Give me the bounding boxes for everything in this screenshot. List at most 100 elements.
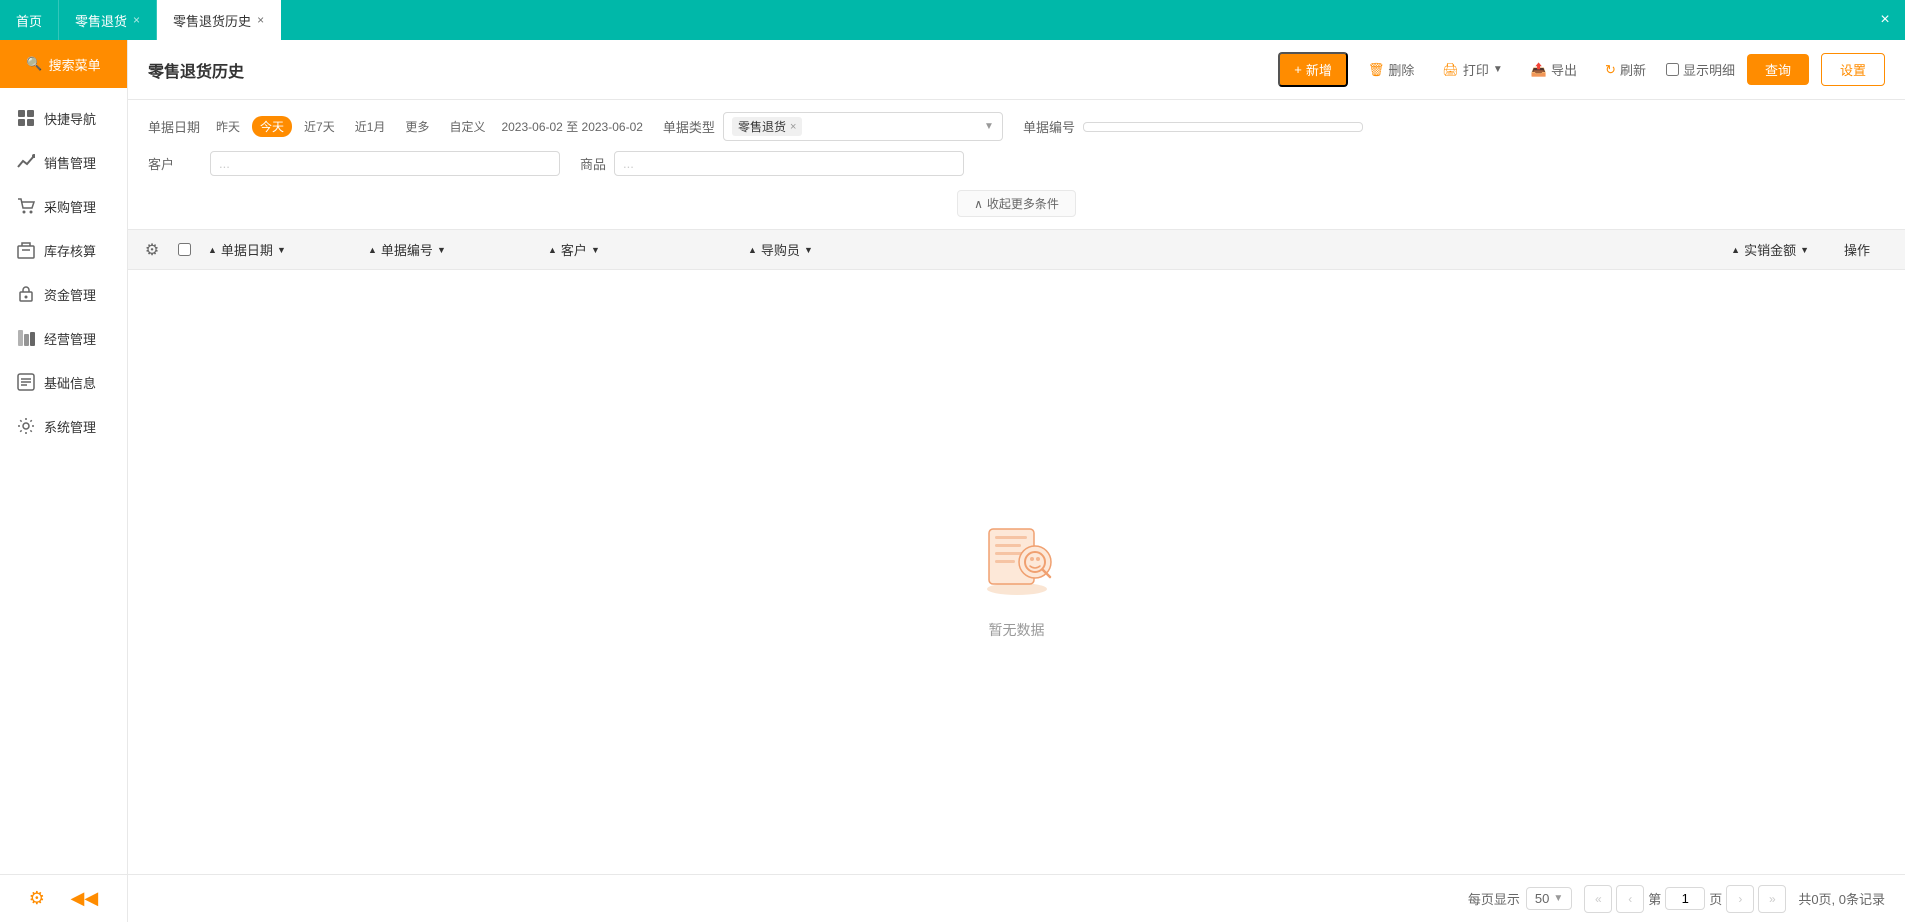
customer-filter: 客户 ...: [148, 151, 560, 176]
window-close-button[interactable]: ×: [1865, 0, 1905, 40]
collapse-filter-button[interactable]: ∧ 收起更多条件: [957, 190, 1076, 217]
filter-area: 单据日期 昨天 今天 近7天 近1月 更多 自定义 2023-06-02 至 2…: [128, 100, 1905, 230]
export-label: 导出: [1551, 60, 1577, 79]
product-filter-label: 商品: [580, 154, 606, 173]
sort-up-id[interactable]: ▲: [368, 245, 377, 255]
page-title: 零售退货历史: [148, 58, 244, 82]
type-tag-close[interactable]: ×: [790, 121, 796, 133]
sidebar-nav: 快捷导航 销售管理 采购管理 库存核算: [0, 88, 127, 874]
tab-retail-return-history-label: 零售退货历史: [173, 11, 251, 30]
sort-down-customer[interactable]: ▼: [591, 245, 600, 255]
sidebar-item-purchase[interactable]: 采购管理: [0, 184, 127, 228]
add-button[interactable]: + 新增: [1278, 52, 1348, 87]
export-button[interactable]: 📤 导出: [1523, 56, 1585, 83]
settings-bottom-icon[interactable]: ⚙: [29, 888, 45, 909]
sidebar-item-finance-label: 资金管理: [44, 285, 96, 304]
filter-settings-button[interactable]: 设置: [1821, 53, 1885, 86]
print-label: 打印: [1463, 60, 1489, 79]
quick-nav-icon: [16, 108, 36, 128]
sidebar-item-inventory-label: 库存核算: [44, 241, 96, 260]
sort-down-guide[interactable]: ▼: [804, 245, 813, 255]
sidebar: 🔍 搜索菜单 快捷导航 销售管理 采购管理: [0, 40, 128, 922]
date-btn-today[interactable]: 今天: [252, 116, 292, 137]
date-range-text: 2023-06-02 至 2023-06-02: [501, 118, 642, 135]
th-action: 操作: [1817, 240, 1897, 259]
sidebar-item-basic-info[interactable]: 基础信息: [0, 360, 127, 404]
first-page-button[interactable]: «: [1584, 885, 1612, 913]
sort-down-date[interactable]: ▼: [277, 245, 286, 255]
column-settings-icon[interactable]: ⚙: [136, 240, 168, 260]
type-select[interactable]: 零售退货 × ▼: [723, 112, 1003, 141]
date-filter: 单据日期 昨天 今天 近7天 近1月 更多 自定义 2023-06-02 至 2…: [148, 116, 643, 137]
refresh-button[interactable]: ↻ 刷新: [1597, 56, 1654, 83]
tab-retail-return-history-close[interactable]: ×: [257, 13, 264, 27]
pagination: 每页显示 50 ▼ « ‹ 第 页 › » 共0页, 0条记录: [128, 874, 1905, 922]
page-size-value: 50: [1535, 891, 1549, 906]
id-input[interactable]: [1083, 122, 1363, 132]
mute-bottom-icon[interactable]: ◀◀: [71, 888, 99, 909]
select-all-checkbox[interactable]: [168, 243, 200, 256]
sort-down-amount[interactable]: ▼: [1800, 245, 1809, 255]
tab-home[interactable]: 首页: [0, 0, 59, 40]
date-btn-7days[interactable]: 近7天: [296, 116, 343, 137]
date-btn-1month[interactable]: 近1月: [347, 116, 394, 137]
print-button[interactable]: 🖨 打印 ▼: [1434, 56, 1510, 83]
table-container: ⚙ ▲ 单据日期 ▼ ▲ 单据编号 ▼ ▲ 客户 ▼: [128, 230, 1905, 874]
customer-input[interactable]: ...: [210, 151, 560, 176]
purchase-icon: [16, 196, 36, 216]
content-area: 零售退货历史 + 新增 🗑 删除 🖨 打印 ▼ 📤 导出: [128, 40, 1905, 922]
tab-retail-return[interactable]: 零售退货 ×: [59, 0, 157, 40]
last-page-button[interactable]: »: [1758, 885, 1786, 913]
sort-up-amount[interactable]: ▲: [1731, 245, 1740, 255]
print-icon: 🖨: [1442, 62, 1459, 78]
top-bar: 首页 零售退货 × 零售退货历史 × ×: [0, 0, 1905, 40]
tab-retail-return-close[interactable]: ×: [133, 13, 140, 27]
delete-label: 删除: [1388, 60, 1414, 79]
date-btn-yesterday[interactable]: 昨天: [208, 116, 248, 137]
type-tag-label: 零售退货: [738, 118, 786, 135]
page-navigation: « ‹ 第 页 › »: [1584, 885, 1786, 913]
next-page-button[interactable]: ›: [1726, 885, 1754, 913]
page-label: 第: [1648, 889, 1661, 908]
sort-up-date[interactable]: ▲: [208, 245, 217, 255]
sidebar-search[interactable]: 🔍 搜索菜单: [0, 40, 127, 88]
tab-retail-return-history[interactable]: 零售退货历史 ×: [157, 0, 281, 40]
delete-button[interactable]: 🗑 删除: [1360, 56, 1423, 83]
type-filter-label: 单据类型: [663, 117, 715, 136]
sidebar-item-operations[interactable]: 经营管理: [0, 316, 127, 360]
sidebar-item-inventory[interactable]: 库存核算: [0, 228, 127, 272]
date-btn-more[interactable]: 更多: [397, 116, 437, 137]
th-guide: ▲ 导购员 ▼: [740, 240, 1697, 259]
page-size-arrow: ▼: [1553, 893, 1563, 904]
prev-page-button[interactable]: ‹: [1616, 885, 1644, 913]
page-number-input[interactable]: [1665, 887, 1705, 910]
refresh-label: 刷新: [1620, 60, 1646, 79]
sidebar-item-finance[interactable]: 资金管理: [0, 272, 127, 316]
page-size-select-box[interactable]: 50 ▼: [1526, 887, 1572, 910]
basic-info-icon: [16, 372, 36, 392]
type-tag: 零售退货 ×: [732, 117, 802, 136]
sidebar-item-system[interactable]: 系统管理: [0, 404, 127, 448]
collapse-icon: ∧: [974, 197, 983, 211]
page-input-wrap: 第 页: [1648, 887, 1722, 910]
th-date: ▲ 单据日期 ▼: [200, 240, 360, 259]
page-header: 零售退货历史 + 新增 🗑 删除 🖨 打印 ▼ 📤 导出: [128, 40, 1905, 100]
sort-down-id[interactable]: ▼: [437, 245, 446, 255]
date-btn-custom[interactable]: 自定义: [441, 116, 493, 137]
sidebar-item-basic-info-label: 基础信息: [44, 373, 96, 392]
select-all-input[interactable]: [178, 243, 191, 256]
product-filter: 商品 ...: [580, 151, 964, 176]
sidebar-item-sales[interactable]: 销售管理: [0, 140, 127, 184]
sort-up-customer[interactable]: ▲: [548, 245, 557, 255]
page-total-text: 共0页, 0条记录: [1798, 889, 1885, 908]
sidebar-item-quick-nav[interactable]: 快捷导航: [0, 96, 127, 140]
query-button[interactable]: 查询: [1747, 54, 1809, 85]
display-detail-checkbox[interactable]: 显示明细: [1666, 60, 1735, 79]
collapse-label: 收起更多条件: [987, 195, 1059, 212]
date-filter-label: 单据日期: [148, 117, 200, 136]
product-input[interactable]: ...: [614, 151, 964, 176]
refresh-icon: ↻: [1605, 62, 1616, 78]
sidebar-item-quick-nav-label: 快捷导航: [44, 109, 96, 128]
display-detail-input[interactable]: [1666, 63, 1679, 76]
sort-up-guide[interactable]: ▲: [748, 245, 757, 255]
